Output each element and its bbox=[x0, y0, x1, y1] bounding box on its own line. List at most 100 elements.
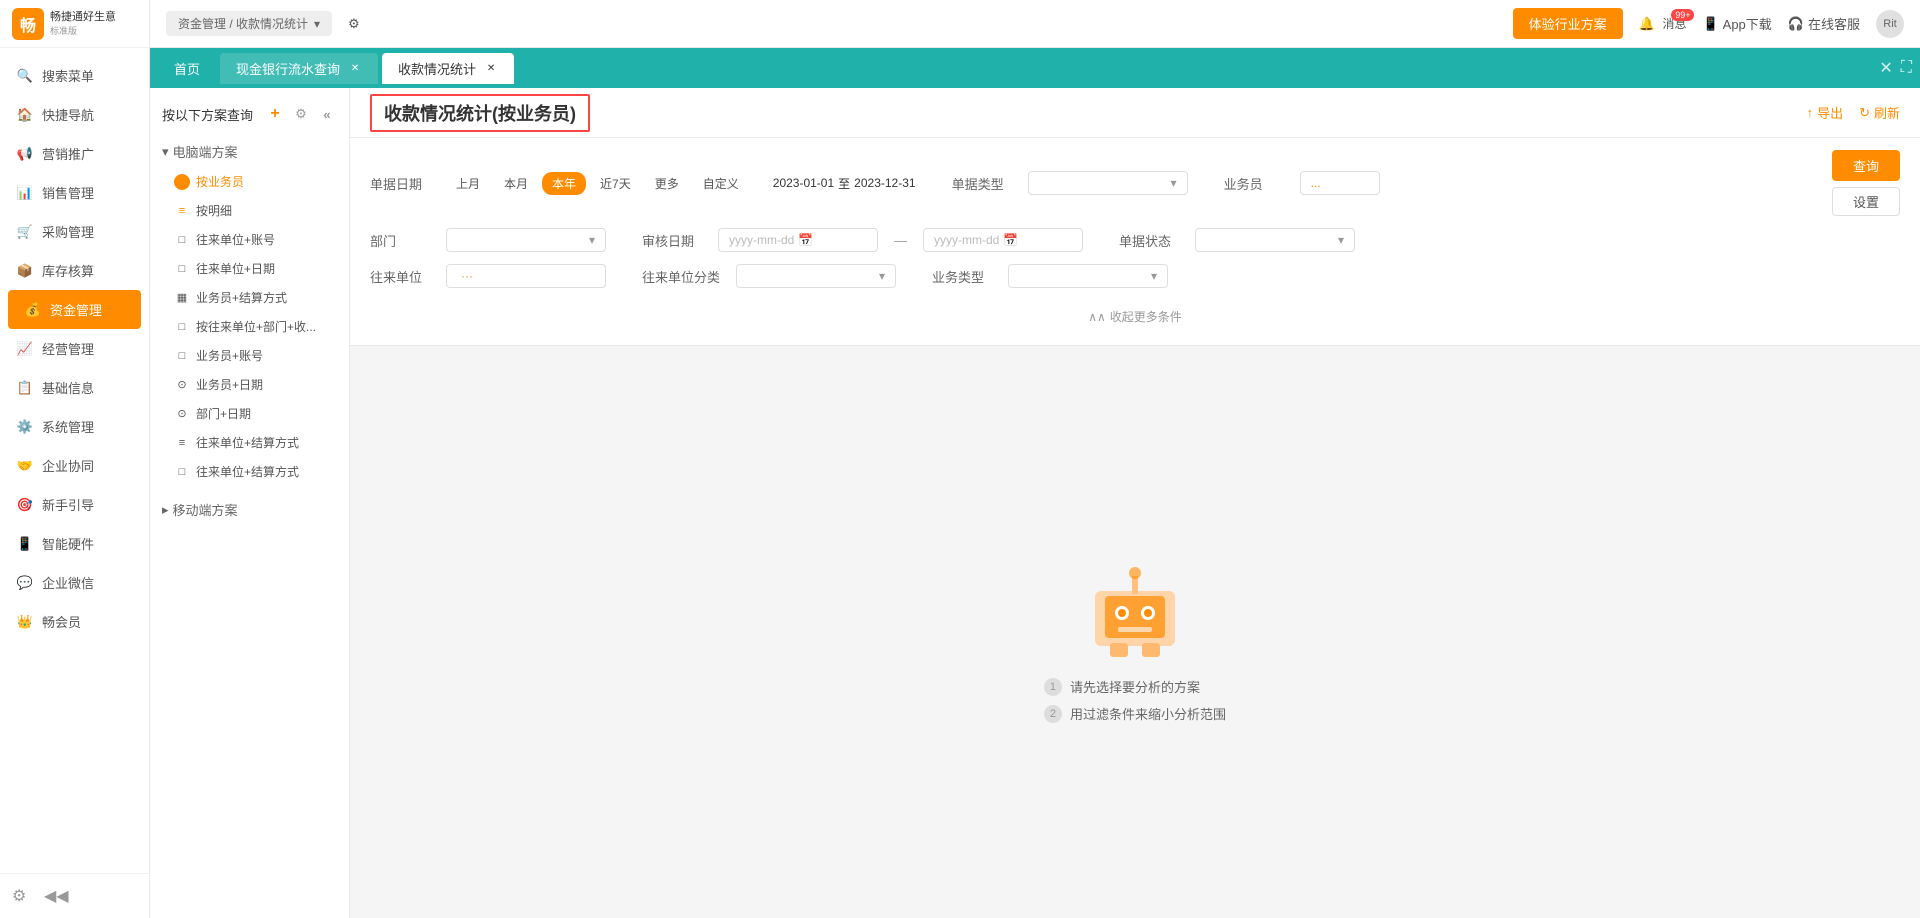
filter-row-1: 单据日期 上月 本月 本年 近7天 更多 自定义 2023-01-01 至 20… bbox=[370, 150, 1900, 216]
scheme-header-icons: + ⚙ « bbox=[265, 104, 337, 124]
partner-select[interactable]: ··· bbox=[446, 264, 606, 288]
phone-icon: 📱 bbox=[16, 535, 34, 553]
topbar-right: 体验行业方案 🔔 99+ 消息 📱 App下载 🎧 在线客服 Rit bbox=[1513, 8, 1904, 39]
sidebar-item-system[interactable]: ⚙️ 系统管理 bbox=[0, 407, 149, 446]
date-to: 2023-12-31 bbox=[854, 176, 915, 190]
sidebar-item-enterprise[interactable]: 🤝 企业协同 bbox=[0, 446, 149, 485]
add-scheme-icon[interactable]: + bbox=[265, 104, 285, 124]
scheme-item-partner-account[interactable]: □ 往来单位+账号 bbox=[150, 225, 349, 254]
partner-category-arrow-icon: ▾ bbox=[879, 269, 885, 283]
main-area: 资金管理 / 收款情况统计 ▾ ⚙ 体验行业方案 🔔 99+ 消息 📱 App下… bbox=[150, 0, 1920, 918]
doc-type-select[interactable]: ▾ bbox=[1028, 171, 1188, 195]
collapse-panel-icon[interactable]: « bbox=[317, 104, 337, 124]
review-date-label: 审核日期 bbox=[642, 231, 702, 250]
filter-settings-button[interactable]: 设置 bbox=[1832, 187, 1900, 216]
sidebar-logo: 畅 畅捷通好生意 标准版 bbox=[0, 0, 149, 48]
salesman-select[interactable]: ... bbox=[1300, 171, 1380, 195]
sidebar-item-wechat[interactable]: 💬 企业微信 bbox=[0, 563, 149, 602]
right-panel: 收款情况统计(按业务员) ↑ 导出 ↻ 刷新 单据日期 bbox=[350, 88, 1920, 918]
tab-close-all-icon[interactable]: ✕ bbox=[1879, 58, 1892, 78]
date-tab-last-month[interactable]: 上月 bbox=[446, 172, 490, 195]
scheme-item-salesman-date[interactable]: ⊙ 业务员+日期 bbox=[150, 370, 349, 399]
biz-type-select[interactable]: ▾ bbox=[1008, 264, 1168, 288]
sidebar-item-quicknav[interactable]: 🏠 快捷导航 bbox=[0, 95, 149, 134]
query-button[interactable]: 查询 bbox=[1832, 150, 1900, 181]
tab-expand-icon[interactable]: ⛶ bbox=[1901, 59, 1912, 77]
date-dash: — bbox=[894, 233, 907, 248]
date-tab-more[interactable]: 更多 bbox=[645, 172, 689, 195]
square2-icon: □ bbox=[174, 261, 190, 277]
sidebar-item-search[interactable]: 🔍 搜索菜单 bbox=[0, 56, 149, 95]
scheme-item-salesman-payment[interactable]: ▦ 业务员+结算方式 bbox=[150, 283, 349, 312]
sidebar-item-guide[interactable]: 🎯 新手引导 bbox=[0, 485, 149, 524]
scheme-item-partner-payment1[interactable]: ≡ 往来单位+结算方式 bbox=[150, 428, 349, 457]
scheme-group-mobile-title[interactable]: ▸ 移动端方案 bbox=[150, 494, 349, 525]
sidebar-item-finance[interactable]: 💰 资金管理 bbox=[8, 290, 141, 329]
scheme-item-partner-dept[interactable]: □ 按往来单位+部门+收... bbox=[150, 312, 349, 341]
scheme-item-partner-date[interactable]: □ 往来单位+日期 bbox=[150, 254, 349, 283]
tab-bank-flow-label: 现金银行流水查询 bbox=[236, 59, 340, 78]
tab-bank-flow[interactable]: 现金银行流水查询 ✕ bbox=[220, 53, 378, 84]
doc-status-select[interactable]: ▾ bbox=[1195, 228, 1355, 252]
sidebar-item-hardware[interactable]: 📱 智能硬件 bbox=[0, 524, 149, 563]
circle-icon: ⊙ bbox=[174, 377, 190, 393]
date-tab-this-year[interactable]: 本年 bbox=[542, 172, 586, 195]
square5-icon: □ bbox=[174, 464, 190, 480]
tab-receipt-stats-close[interactable]: ✕ bbox=[484, 61, 498, 75]
scheme-item-label: 业务员+账号 bbox=[196, 347, 263, 364]
review-date-to-input[interactable]: yyyy-mm-dd 📅 bbox=[923, 228, 1083, 252]
logo-icon: 畅 bbox=[12, 8, 44, 40]
tab-receipt-stats[interactable]: 收款情况统计 ✕ bbox=[382, 53, 514, 84]
scheme-item-partner-payment2[interactable]: □ 往来单位+结算方式 bbox=[150, 457, 349, 486]
sidebar-item-basic[interactable]: 📋 基础信息 bbox=[0, 368, 149, 407]
square-icon: □ bbox=[174, 232, 190, 248]
tip-num-1: 1 bbox=[1044, 678, 1062, 696]
scheme-item-by-salesman[interactable]: 按业务员 bbox=[150, 167, 349, 196]
partner-more-icon[interactable]: ··· bbox=[461, 269, 473, 283]
dept-select[interactable]: ▾ bbox=[446, 228, 606, 252]
settings-scheme-icon[interactable]: ⚙ bbox=[291, 104, 311, 124]
refresh-icon: ↻ bbox=[1859, 105, 1870, 121]
demo-button[interactable]: 体验行业方案 bbox=[1513, 8, 1623, 39]
topbar-settings-icon[interactable]: ⚙ bbox=[348, 16, 360, 32]
sidebar-item-label: 资金管理 bbox=[50, 300, 102, 319]
sidebar-item-operation[interactable]: 📈 经营管理 bbox=[0, 329, 149, 368]
user-name: Rit bbox=[1883, 18, 1896, 30]
collapse-bar[interactable]: ∧∧ 收起更多条件 bbox=[370, 300, 1900, 333]
partner-category-select[interactable]: ▾ bbox=[736, 264, 896, 288]
collapse-sidebar-icon[interactable]: ◀◀ bbox=[44, 886, 64, 906]
scheme-group-pc-title[interactable]: ▾ 电脑端方案 bbox=[150, 136, 349, 167]
tabbar-right: ✕ ⛶ bbox=[1879, 58, 1912, 78]
search-icon: 🔍 bbox=[16, 67, 34, 85]
sidebar-item-label: 智能硬件 bbox=[42, 534, 94, 553]
user-avatar[interactable]: Rit bbox=[1876, 10, 1904, 38]
export-button[interactable]: ↑ 导出 bbox=[1807, 103, 1844, 122]
sidebar-item-sales[interactable]: 📊 销售管理 bbox=[0, 173, 149, 212]
list-icon: 📋 bbox=[16, 379, 34, 397]
refresh-button[interactable]: ↻ 刷新 bbox=[1859, 103, 1900, 122]
sidebar-item-member[interactable]: 👑 畅会员 bbox=[0, 602, 149, 641]
sidebar-item-inventory[interactable]: 📦 库存核算 bbox=[0, 251, 149, 290]
scheme-item-by-detail[interactable]: ≡ 按明细 bbox=[150, 196, 349, 225]
date-tab-7days[interactable]: 近7天 bbox=[590, 172, 641, 195]
online-service-link[interactable]: 🎧 在线客服 bbox=[1788, 14, 1860, 33]
date-tab-this-month[interactable]: 本月 bbox=[494, 172, 538, 195]
breadcrumb-dropdown-icon[interactable]: ▾ bbox=[314, 17, 320, 31]
sidebar-item-marketing[interactable]: 📢 营销推广 bbox=[0, 134, 149, 173]
review-date-from-input[interactable]: yyyy-mm-dd 📅 bbox=[718, 228, 878, 252]
scheme-item-salesman-account[interactable]: □ 业务员+账号 bbox=[150, 341, 349, 370]
scheme-item-label: 按明细 bbox=[196, 202, 232, 219]
app-download-label: App下载 bbox=[1723, 14, 1772, 33]
date-label: 单据日期 bbox=[370, 174, 430, 193]
tab-bank-flow-close[interactable]: ✕ bbox=[348, 61, 362, 75]
scheme-item-dept-date[interactable]: ⊙ 部门+日期 bbox=[150, 399, 349, 428]
empty-tip-1: 1 请先选择要分析的方案 bbox=[1044, 677, 1226, 696]
sidebar-item-purchase[interactable]: 🛒 采购管理 bbox=[0, 212, 149, 251]
app-download-link[interactable]: 📱 App下载 bbox=[1702, 14, 1771, 33]
chart-icon: 📊 bbox=[16, 184, 34, 202]
tab-home[interactable]: 首页 bbox=[158, 53, 216, 84]
date-sep: 至 bbox=[838, 175, 850, 192]
message-icon-area[interactable]: 🔔 99+ 消息 bbox=[1639, 15, 1687, 32]
date-tab-custom[interactable]: 自定义 bbox=[693, 172, 749, 195]
settings-footer-icon[interactable]: ⚙ bbox=[12, 886, 32, 906]
